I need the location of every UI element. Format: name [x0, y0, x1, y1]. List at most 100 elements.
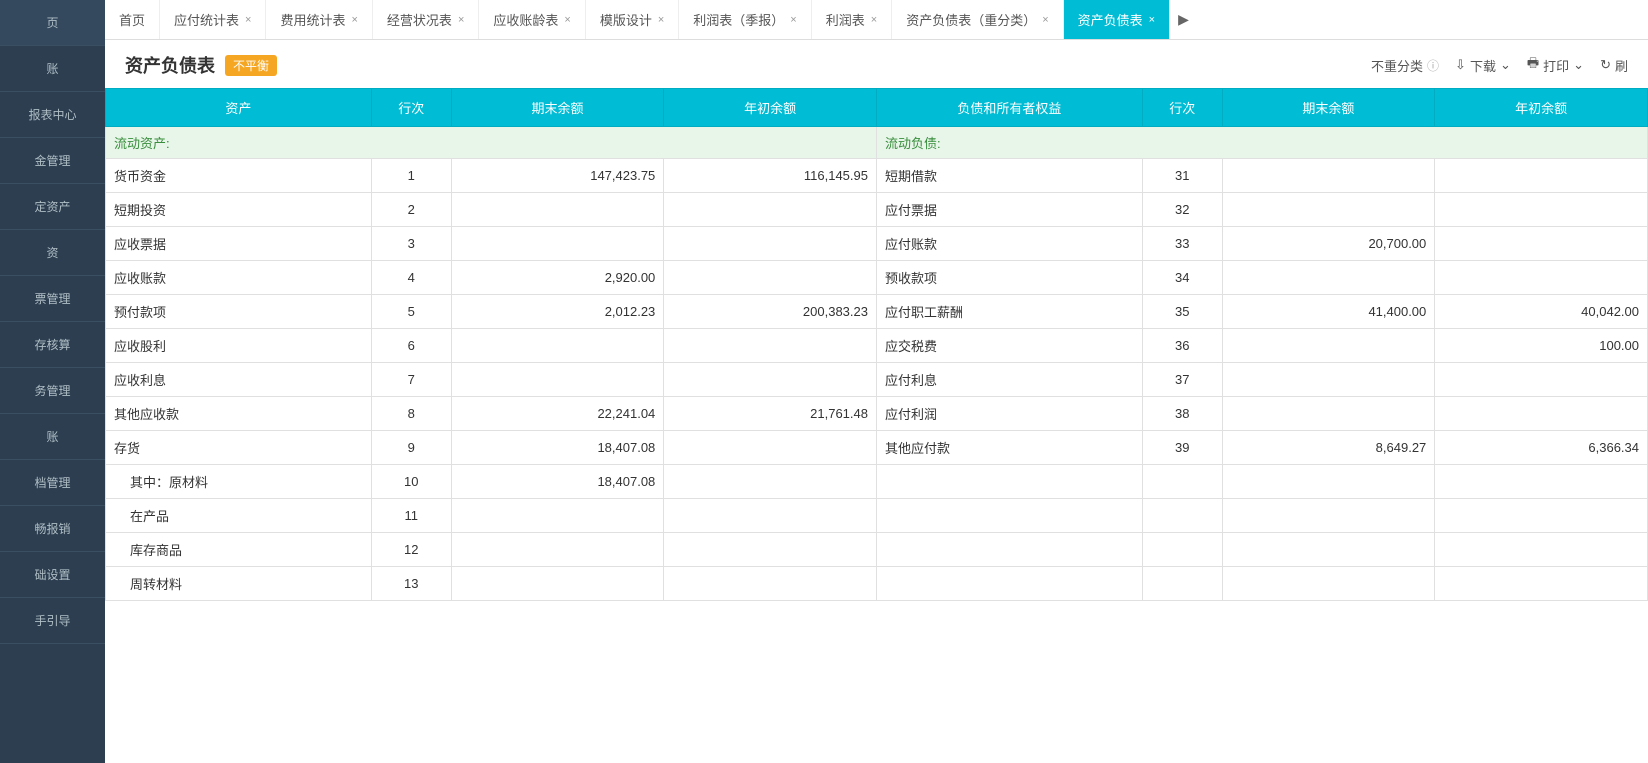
left-row-num: 4	[371, 261, 451, 295]
tab-balance[interactable]: 资产负债表 ×	[1064, 0, 1170, 40]
left-year-start	[664, 465, 877, 499]
right-year-start	[1435, 363, 1648, 397]
sidebar-item-doc-mgmt[interactable]: 档管理	[0, 460, 105, 506]
no-reclassify-button[interactable]: 不重分类 ⓘ	[1371, 56, 1439, 75]
close-tab-cost-stats[interactable]: ×	[351, 14, 357, 26]
left-year-start	[664, 431, 877, 465]
left-row-num: 12	[371, 533, 451, 567]
page-title-area: 资产负债表 不平衡	[125, 52, 277, 78]
col-header-year-start: 年初余额	[664, 89, 877, 127]
right-item-name: 应付职工薪酬	[876, 295, 1142, 329]
table-row: 存货 9 18,407.08 其他应付款 39 8,649.27 6,366.3…	[106, 431, 1648, 465]
sidebar-item-base-settings[interactable]: 础设置	[0, 552, 105, 598]
right-item-name: 预收款项	[876, 261, 1142, 295]
tab-scroll-right[interactable]: ▶	[1170, 0, 1197, 40]
right-section-label: 流动负债:	[876, 127, 1647, 159]
right-row-num: 31	[1142, 159, 1222, 193]
right-year-start	[1435, 465, 1648, 499]
content-area: 资产负债表 不平衡 不重分类 ⓘ ⇩ 下载 ⌄ 🖶 打印 ⌄	[105, 40, 1648, 763]
right-row-num: 34	[1142, 261, 1222, 295]
tab-home[interactable]: 首页	[105, 0, 160, 40]
right-year-start	[1435, 567, 1648, 601]
table-row: 周转材料 13	[106, 567, 1648, 601]
left-row-num: 7	[371, 363, 451, 397]
close-tab-biz-status[interactable]: ×	[458, 14, 464, 26]
tab-biz-status[interactable]: 经营状况表 ×	[373, 0, 479, 40]
refresh-button[interactable]: ↻ 刷	[1600, 56, 1628, 75]
table-row: 应收利息 7 应付利息 37	[106, 363, 1648, 397]
left-item-name: 应收票据	[106, 227, 372, 261]
close-tab-ap-stats[interactable]: ×	[245, 14, 251, 26]
col-header-period-end: 期末余额	[451, 89, 664, 127]
print-button[interactable]: 🖶 打印 ⌄	[1527, 54, 1584, 76]
col-header-row-num2: 行次	[1142, 89, 1222, 127]
close-tab-profit-quarterly[interactable]: ×	[790, 14, 796, 26]
close-tab-ar-aging[interactable]: ×	[564, 14, 570, 26]
left-item-name: 货币资金	[106, 159, 372, 193]
sidebar-item-report-center[interactable]: 报表中心	[0, 92, 105, 138]
left-item-name: 应收利息	[106, 363, 372, 397]
right-row-num: 32	[1142, 193, 1222, 227]
right-year-start	[1435, 397, 1648, 431]
right-item-name: 应交税费	[876, 329, 1142, 363]
right-period-end	[1222, 159, 1435, 193]
left-year-start	[664, 329, 877, 363]
left-period-end: 22,241.04	[451, 397, 664, 431]
left-year-start	[664, 193, 877, 227]
sidebar-item-ticket-mgmt[interactable]: 票管理	[0, 276, 105, 322]
right-period-end	[1222, 533, 1435, 567]
sidebar-item-assets[interactable]: 资	[0, 230, 105, 276]
right-period-end	[1222, 465, 1435, 499]
tab-balance-reclassified[interactable]: 资产负债表（重分类） ×	[892, 0, 1063, 40]
left-year-start	[664, 227, 877, 261]
tab-ar-aging[interactable]: 应收账龄表 ×	[479, 0, 585, 40]
left-year-start: 21,761.48	[664, 397, 877, 431]
tab-template-design[interactable]: 模版设计 ×	[586, 0, 679, 40]
sidebar-item-home[interactable]: 页	[0, 0, 105, 46]
tab-cost-stats[interactable]: 费用统计表 ×	[266, 0, 372, 40]
close-tab-profit[interactable]: ×	[871, 14, 877, 26]
left-row-num: 2	[371, 193, 451, 227]
download-button[interactable]: ⇩ 下载 ⌄	[1455, 56, 1511, 75]
sidebar-item-inventory[interactable]: 存核算	[0, 322, 105, 368]
left-period-end	[451, 363, 664, 397]
right-item-name: 应付票据	[876, 193, 1142, 227]
left-period-end	[451, 533, 664, 567]
right-year-start	[1435, 193, 1648, 227]
right-item-name	[876, 533, 1142, 567]
left-period-end: 2,920.00	[451, 261, 664, 295]
sidebar-item-expense[interactable]: 畅报销	[0, 506, 105, 552]
left-item-name: 预付款项	[106, 295, 372, 329]
left-year-start: 116,145.95	[664, 159, 877, 193]
sidebar-item-fund-mgmt[interactable]: 金管理	[0, 138, 105, 184]
right-period-end	[1222, 363, 1435, 397]
right-year-start: 40,042.00	[1435, 295, 1648, 329]
sidebar-item-affair-mgmt[interactable]: 务管理	[0, 368, 105, 414]
tab-ap-stats[interactable]: 应付统计表 ×	[160, 0, 266, 40]
page-title: 资产负债表	[125, 52, 215, 78]
right-item-name: 其他应付款	[876, 431, 1142, 465]
right-year-start: 100.00	[1435, 329, 1648, 363]
sidebar-item-account[interactable]: 账	[0, 46, 105, 92]
sidebar-item-guide[interactable]: 手引导	[0, 598, 105, 644]
left-row-num: 3	[371, 227, 451, 261]
right-year-start	[1435, 159, 1648, 193]
close-tab-template-design[interactable]: ×	[658, 14, 664, 26]
col-header-year-start2: 年初余额	[1435, 89, 1648, 127]
table-row: 应收票据 3 应付账款 33 20,700.00	[106, 227, 1648, 261]
right-year-start	[1435, 227, 1648, 261]
close-tab-balance-reclassified[interactable]: ×	[1042, 14, 1048, 26]
tab-bar: 首页 应付统计表 × 费用统计表 × 经营状况表 × 应收账龄表 × 模版设计 …	[105, 0, 1648, 40]
right-row-num: 38	[1142, 397, 1222, 431]
left-year-start	[664, 567, 877, 601]
sidebar-item-ledger[interactable]: 账	[0, 414, 105, 460]
left-section-label: 流动资产:	[106, 127, 877, 159]
tab-profit-quarterly[interactable]: 利润表（季报） ×	[679, 0, 811, 40]
right-period-end: 41,400.00	[1222, 295, 1435, 329]
tab-profit[interactable]: 利润表 ×	[812, 0, 892, 40]
sidebar-item-fixed-assets[interactable]: 定资产	[0, 184, 105, 230]
close-tab-balance[interactable]: ×	[1149, 14, 1155, 26]
left-row-num: 9	[371, 431, 451, 465]
header-actions: 不重分类 ⓘ ⇩ 下载 ⌄ 🖶 打印 ⌄ ↻ 刷	[1371, 54, 1628, 76]
right-row-num	[1142, 465, 1222, 499]
